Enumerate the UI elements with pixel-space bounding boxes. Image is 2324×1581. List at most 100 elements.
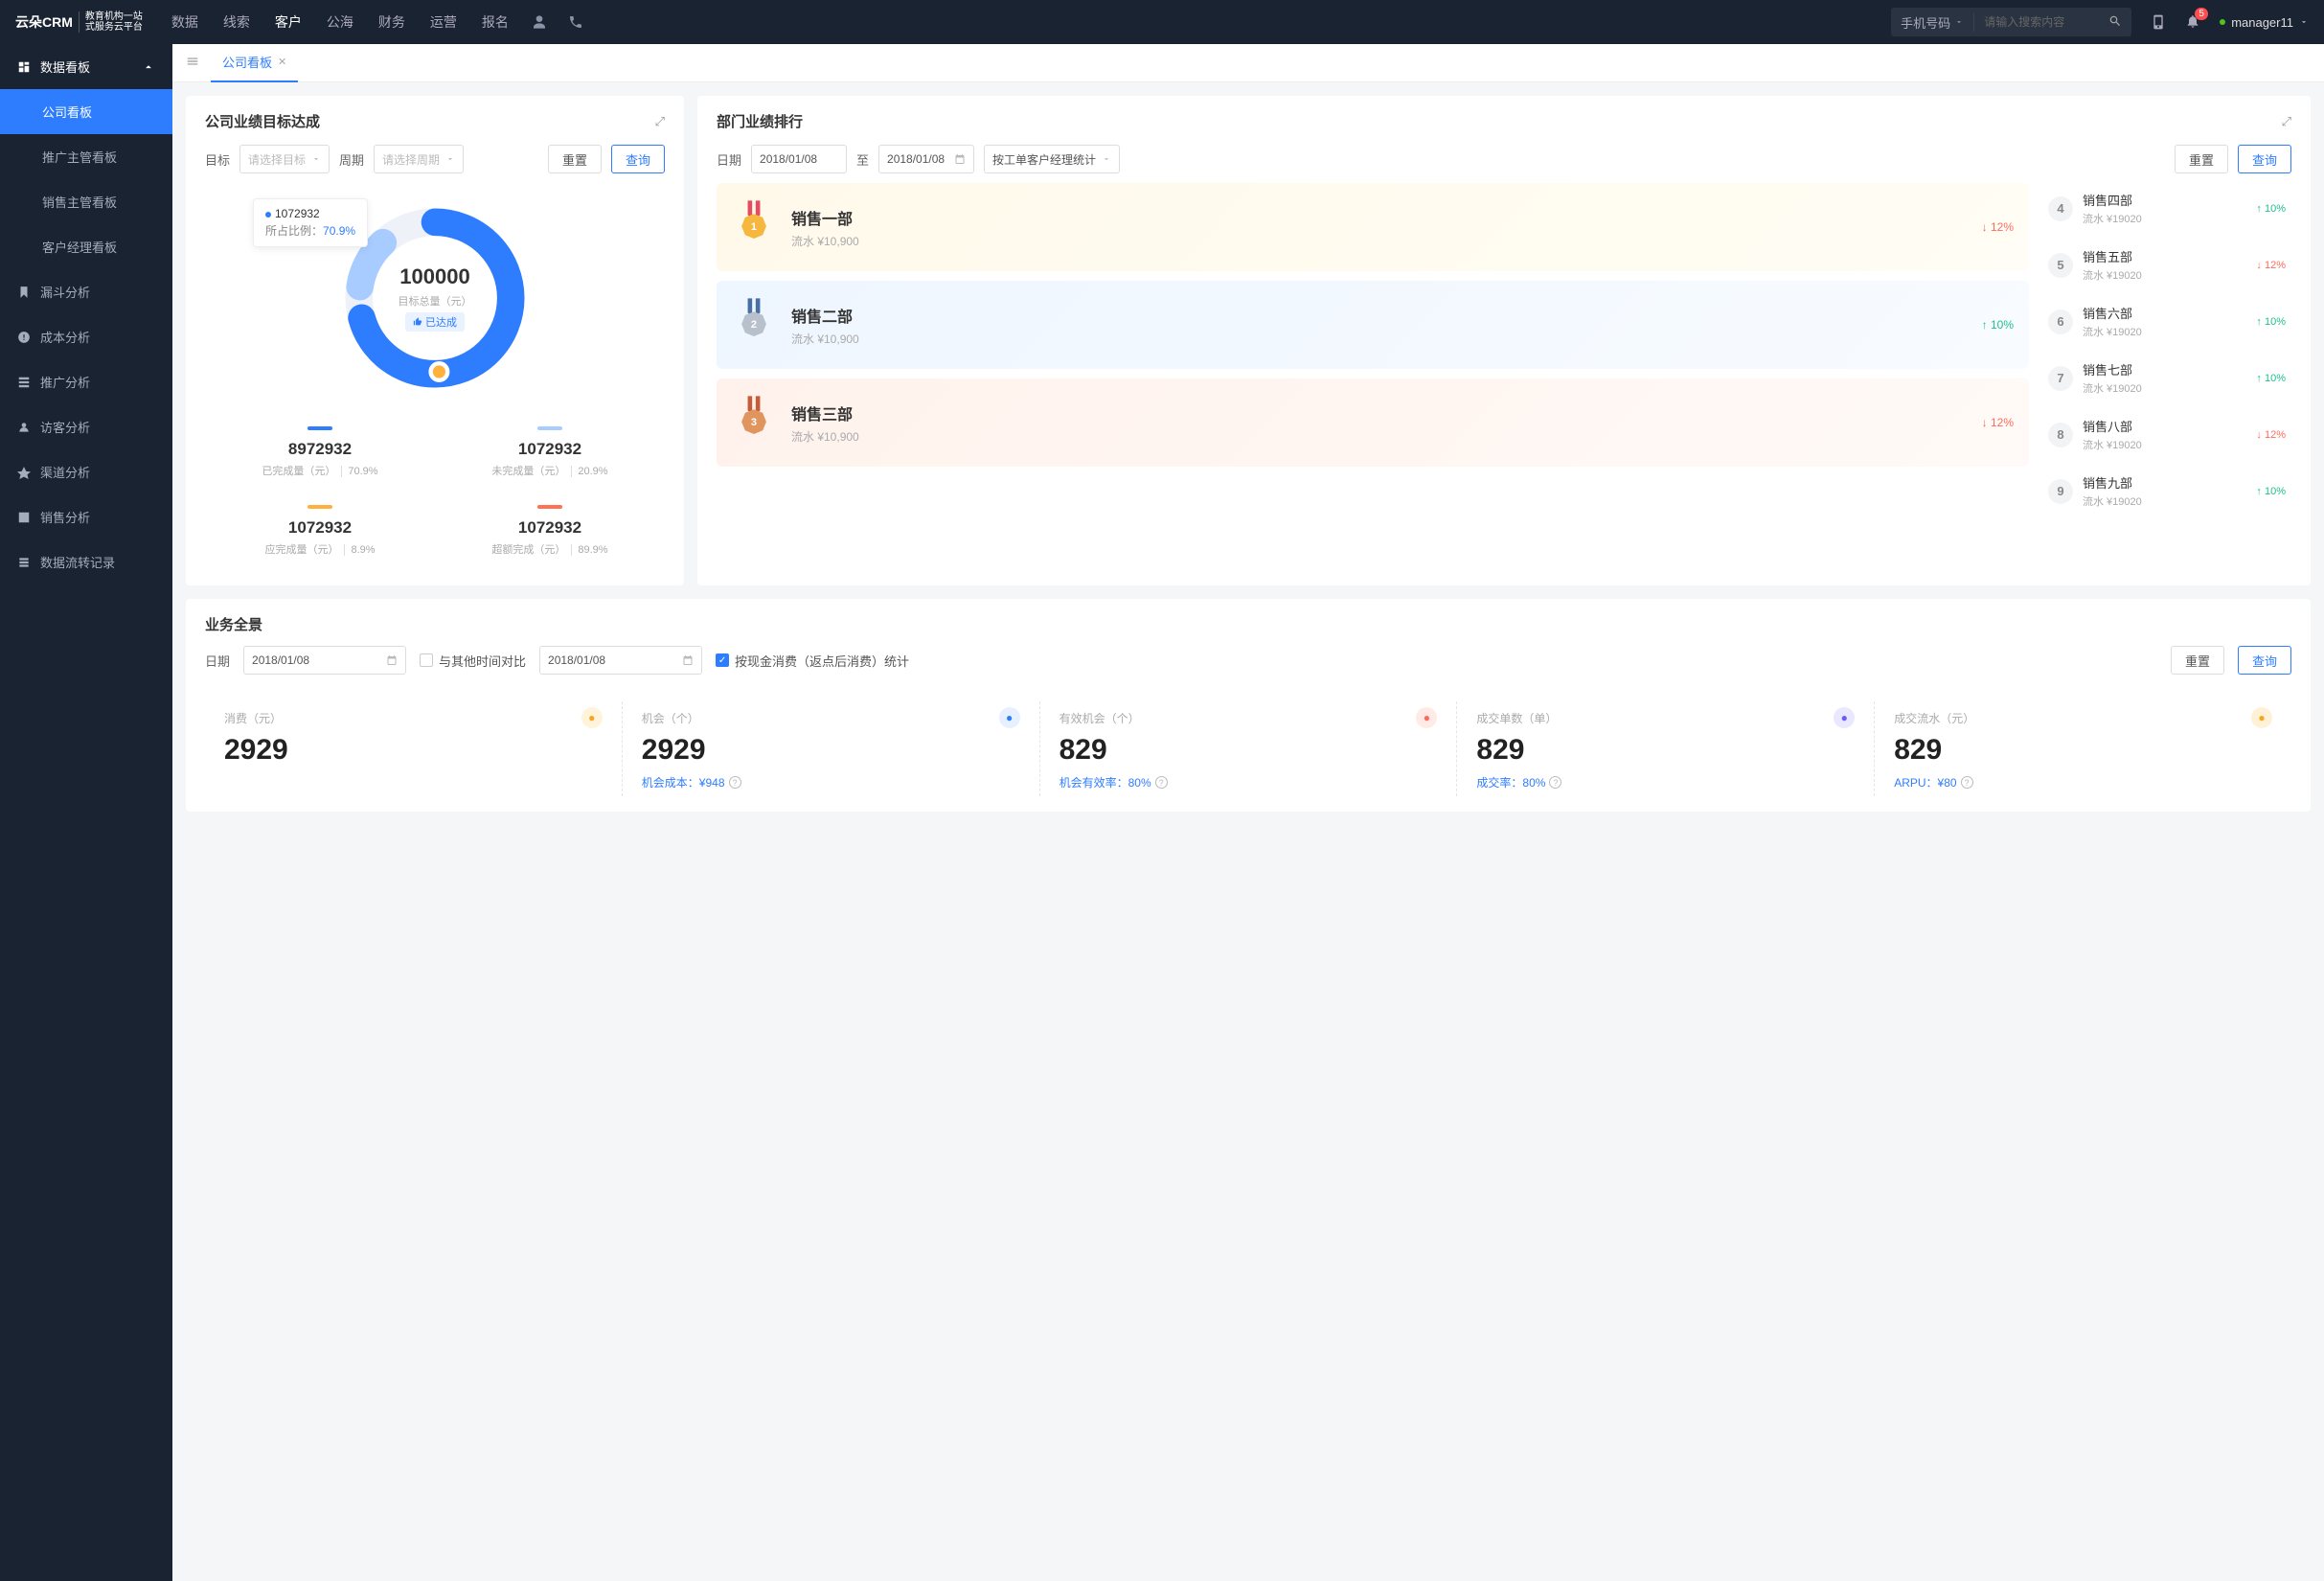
ranking-reset-button[interactable]: 重置 <box>2175 145 2228 173</box>
overview-reset-button[interactable]: 重置 <box>2171 646 2224 675</box>
target-label: 目标 <box>205 150 230 169</box>
notif-badge: 5 <box>2195 8 2208 20</box>
ranking-query-button[interactable]: 查询 <box>2238 145 2291 173</box>
notifications[interactable]: 5 <box>2185 13 2200 32</box>
search-type-select[interactable]: 手机号码 <box>1891 13 1974 32</box>
sidebar-item[interactable]: 渠道分析 <box>0 449 172 494</box>
nav-items: 数据 线索 客户 公海 财务 运营 报名 <box>171 12 509 32</box>
tab-company-board[interactable]: 公司看板 ✕ <box>211 44 298 82</box>
calendar-icon <box>386 654 398 666</box>
rest-item[interactable]: 9销售九部流水 ¥19020↑ 10% <box>2042 466 2291 516</box>
medal-icon: 2 <box>732 298 776 352</box>
stat-cell: 1072932未完成量（元）20.9% <box>435 413 665 492</box>
sidebar-icon <box>17 286 31 299</box>
nav-item[interactable]: 公海 <box>327 12 353 32</box>
collapse-sidebar-button[interactable] <box>182 51 203 75</box>
dashboard-icon <box>17 60 31 74</box>
help-icon[interactable]: ? <box>729 776 741 789</box>
kpi-cell: 机会（个）●2929机会成本：¥948 ? <box>622 701 1039 796</box>
expand-icon[interactable]: ⤢ <box>2282 114 2291 129</box>
search-input[interactable] <box>1974 15 2099 29</box>
nav-item[interactable]: 客户 <box>275 12 302 32</box>
nav-item[interactable]: 线索 <box>223 12 250 32</box>
sidebar-icon <box>17 466 31 479</box>
mobile-icon[interactable] <box>2151 14 2166 30</box>
user-icon[interactable] <box>532 14 547 30</box>
sidebar-item[interactable]: 销售分析 <box>0 494 172 539</box>
sidebar-item[interactable]: 数据流转记录 <box>0 539 172 584</box>
overview-date1[interactable]: 2018/01/08 <box>243 646 406 675</box>
date-to[interactable]: 2018/01/08 <box>878 145 974 173</box>
help-icon[interactable]: ? <box>1549 776 1561 789</box>
menu-icon <box>186 55 199 68</box>
nav-item[interactable]: 报名 <box>482 12 509 32</box>
sidebar-item[interactable]: 成本分析 <box>0 314 172 359</box>
rank-card[interactable]: 2销售二部流水 ¥10,900↑ 10% <box>717 281 2029 369</box>
search-button[interactable] <box>2099 14 2131 31</box>
thumb-up-icon <box>413 317 422 327</box>
main: 公司看板 ✕ 公司业绩目标达成 ⤢ 目标 请选择目标 <box>172 44 2324 1581</box>
sidebar-sub-item[interactable]: 推广主管看板 <box>0 134 172 179</box>
svg-text:3: 3 <box>751 417 757 428</box>
cash-checkbox[interactable]: ✓ 按现金消费（返点后消费）统计 <box>716 652 909 670</box>
close-icon[interactable]: ✕ <box>278 56 286 68</box>
help-icon[interactable]: ? <box>1155 776 1168 789</box>
compare-checkbox[interactable]: 与其他时间对比 <box>420 652 526 670</box>
donut-stats: 8972932已完成量（元）70.9%1072932未完成量（元）20.9%10… <box>205 413 665 570</box>
sidebar-item[interactable]: 漏斗分析 <box>0 269 172 314</box>
donut-center: 100000 目标总量（元） 已达成 <box>330 193 540 403</box>
logo[interactable]: 云朵CRM 教育机构一站 式服务云平台 <box>15 11 143 33</box>
sidebar-header[interactable]: 数据看板 <box>0 44 172 89</box>
stat-by-select[interactable]: 按工单客户经理统计 <box>984 145 1120 173</box>
svg-text:1: 1 <box>751 221 757 233</box>
ranking-title: 部门业绩排行 <box>717 111 803 131</box>
search-icon <box>2108 14 2122 28</box>
stat-cell: 1072932超额完成（元）89.9% <box>435 492 665 570</box>
sidebar-sub-item[interactable]: 销售主管看板 <box>0 179 172 224</box>
target-select[interactable]: 请选择目标 <box>239 145 330 173</box>
chevron-down-icon <box>445 154 455 164</box>
kpi-cell: 消费（元）●2929 <box>205 701 622 796</box>
overview-query-button[interactable]: 查询 <box>2238 646 2291 675</box>
user-menu[interactable]: manager11 <box>2220 15 2309 30</box>
chevron-up-icon <box>142 60 155 74</box>
period-select[interactable]: 请选择周期 <box>374 145 464 173</box>
search-box: 手机号码 <box>1891 8 2131 36</box>
rest-item[interactable]: 7销售七部流水 ¥19020↑ 10% <box>2042 353 2291 403</box>
content: 公司业绩目标达成 ⤢ 目标 请选择目标 周期 请选择周期 <box>172 82 2324 1581</box>
sidebar-icon <box>17 421 31 434</box>
expand-icon[interactable]: ⤢ <box>655 114 665 129</box>
kpi-cell: 成交流水（元）●829ARPU：¥80 ? <box>1874 701 2291 796</box>
sidebar: 数据看板 公司看板推广主管看板销售主管看板客户经理看板 漏斗分析成本分析推广分析… <box>0 44 172 1581</box>
status-dot <box>2220 19 2225 25</box>
nav-item[interactable]: 数据 <box>171 12 198 32</box>
overview-date2[interactable]: 2018/01/08 <box>539 646 702 675</box>
sidebar-item[interactable]: 访客分析 <box>0 404 172 449</box>
help-icon[interactable]: ? <box>1961 776 1973 789</box>
chevron-down-icon <box>311 154 321 164</box>
achieve-query-button[interactable]: 查询 <box>611 145 665 173</box>
kpi-icon: ● <box>2251 707 2272 728</box>
rank-card[interactable]: 1销售一部流水 ¥10,900↓ 12% <box>717 183 2029 271</box>
chevron-down-icon <box>1954 17 1964 27</box>
top3-list: 1销售一部流水 ¥10,900↓ 12% 2销售二部流水 ¥10,900↑ 10%… <box>717 183 2029 516</box>
nav-item[interactable]: 财务 <box>378 12 405 32</box>
rest-item[interactable]: 4销售四部流水 ¥19020↑ 10% <box>2042 183 2291 234</box>
rest-item[interactable]: 5销售五部流水 ¥19020↓ 12% <box>2042 240 2291 290</box>
achieve-reset-button[interactable]: 重置 <box>548 145 602 173</box>
phone-icon[interactable] <box>568 14 583 30</box>
nav-item[interactable]: 运营 <box>430 12 457 32</box>
rest-item[interactable]: 8销售八部流水 ¥19020↓ 12% <box>2042 409 2291 460</box>
sidebar-sub-item[interactable]: 客户经理看板 <box>0 224 172 269</box>
kpi-cell: 成交单数（单）●829成交率：80% ? <box>1456 701 1874 796</box>
ranking-card: 部门业绩排行 ⤢ 日期 2018/01/08 至 2018/01/08 <box>697 96 2311 585</box>
sidebar-sub-item[interactable]: 公司看板 <box>0 89 172 134</box>
achieve-title: 公司业绩目标达成 <box>205 111 320 131</box>
tabs-bar: 公司看板 ✕ <box>172 44 2324 82</box>
logo-mark: 云朵CRM <box>15 12 73 32</box>
rank-card[interactable]: 3销售三部流水 ¥10,900↓ 12% <box>717 378 2029 467</box>
username: manager11 <box>2231 15 2293 30</box>
rest-item[interactable]: 6销售六部流水 ¥19020↑ 10% <box>2042 296 2291 347</box>
sidebar-item[interactable]: 推广分析 <box>0 359 172 404</box>
date-from[interactable]: 2018/01/08 <box>751 145 847 173</box>
